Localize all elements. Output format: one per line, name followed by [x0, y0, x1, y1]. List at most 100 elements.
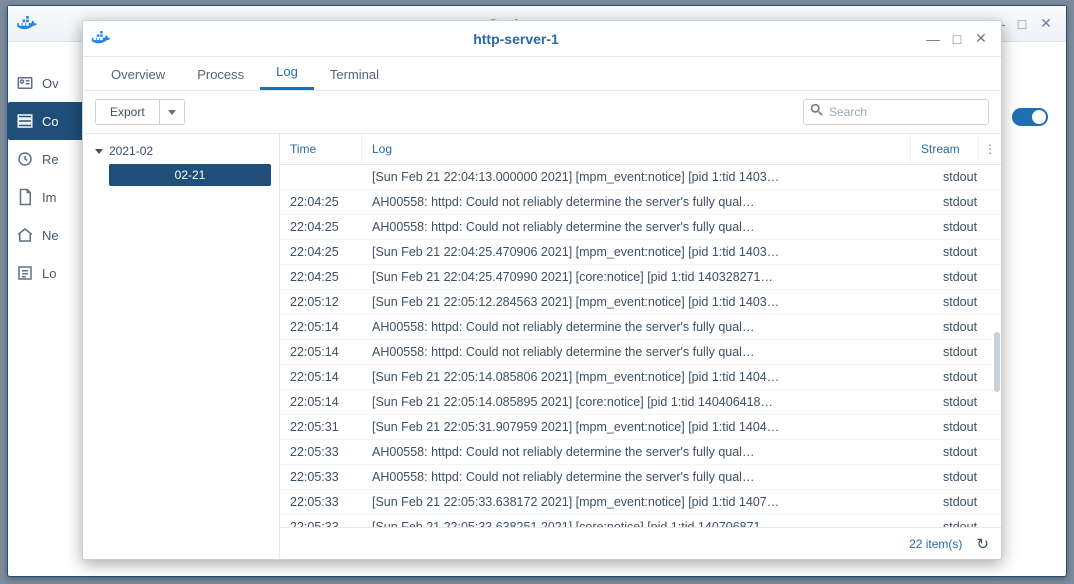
body: 2021-02 02-21 Time Log Stream ⋮ [Sun Feb…: [83, 134, 1001, 559]
table-row[interactable]: 22:05:33AH00558: httpd: Could not reliab…: [280, 465, 1001, 490]
table-row[interactable]: 22:05:33[Sun Feb 21 22:05:33.638251 2021…: [280, 515, 1001, 527]
cell-stream: stdout: [933, 470, 1001, 484]
cell-log: AH00558: httpd: Could not reliably deter…: [362, 470, 933, 484]
tree-month-label: 2021-02: [109, 144, 153, 158]
sidebar-item-registry[interactable]: Re: [8, 140, 83, 178]
table-row[interactable]: [Sun Feb 21 22:04:13.000000 2021] [mpm_e…: [280, 165, 1001, 190]
cell-stream: stdout: [933, 395, 1001, 409]
refresh-button[interactable]: ↻: [976, 535, 989, 553]
tab-terminal[interactable]: Terminal: [314, 59, 395, 90]
table-row[interactable]: 22:04:25[Sun Feb 21 22:04:25.470990 2021…: [280, 265, 1001, 290]
cell-stream: stdout: [933, 220, 1001, 234]
cell-time: 22:04:25: [280, 270, 362, 284]
cell-stream: stdout: [933, 520, 1001, 527]
col-log[interactable]: Log: [362, 134, 911, 164]
cell-time: 22:05:33: [280, 520, 362, 527]
cell-log: [Sun Feb 21 22:05:12.284563 2021] [mpm_e…: [362, 295, 933, 309]
toolbar: Export: [83, 91, 1001, 134]
sidebar-item-log[interactable]: Lo: [8, 254, 83, 292]
table-row[interactable]: 22:05:14[Sun Feb 21 22:05:14.085895 2021…: [280, 390, 1001, 415]
table-row[interactable]: 22:05:12[Sun Feb 21 22:05:12.284563 2021…: [280, 290, 1001, 315]
search-icon: [810, 103, 823, 121]
status-bar: 22 item(s) ↻: [280, 527, 1001, 559]
table-header: Time Log Stream ⋮: [280, 134, 1001, 165]
cell-time: 22:05:14: [280, 345, 362, 359]
inner-minimize-button[interactable]: —: [921, 27, 945, 51]
log-table: Time Log Stream ⋮ [Sun Feb 21 22:04:13.0…: [280, 134, 1001, 559]
table-row[interactable]: 22:05:31[Sun Feb 21 22:05:31.907959 2021…: [280, 415, 1001, 440]
cell-time: 22:05:14: [280, 395, 362, 409]
table-row[interactable]: 22:04:25AH00558: httpd: Could not reliab…: [280, 215, 1001, 240]
table-row[interactable]: 22:05:33[Sun Feb 21 22:05:33.638172 2021…: [280, 490, 1001, 515]
cell-stream: stdout: [933, 345, 1001, 359]
item-count: 22 item(s): [909, 537, 962, 551]
inner-title: http-server-1: [111, 31, 921, 47]
cell-time: 22:05:12: [280, 295, 362, 309]
tabs: OverviewProcessLogTerminal: [83, 57, 1001, 91]
search-box[interactable]: [803, 99, 989, 125]
table-row[interactable]: 22:05:14[Sun Feb 21 22:05:14.085806 2021…: [280, 365, 1001, 390]
export-button[interactable]: Export: [96, 100, 159, 124]
sidebar-item-container[interactable]: Co: [8, 102, 83, 140]
cell-stream: stdout: [933, 370, 1001, 384]
sidebar-item-label: Co: [42, 114, 59, 129]
docker-icon: [91, 31, 111, 46]
inner-close-button[interactable]: ✕: [969, 27, 993, 51]
cell-time: 22:04:25: [280, 245, 362, 259]
scrollbar[interactable]: [994, 332, 1000, 392]
date-tree: 2021-02 02-21: [83, 134, 280, 559]
column-options-button[interactable]: ⋮: [979, 134, 1001, 164]
table-row[interactable]: 22:04:25AH00558: httpd: Could not reliab…: [280, 190, 1001, 215]
sidebar-item-overview[interactable]: Ov: [8, 64, 83, 102]
chevron-down-icon: [95, 149, 103, 154]
outer-close-button[interactable]: ✕: [1034, 12, 1058, 36]
tree-day-node-active[interactable]: 02-21: [109, 164, 271, 186]
tree-month-node[interactable]: 2021-02: [91, 140, 271, 162]
cell-log: AH00558: httpd: Could not reliably deter…: [362, 345, 933, 359]
search-input[interactable]: [827, 104, 982, 120]
tab-log[interactable]: Log: [260, 56, 314, 90]
outer-maximize-button[interactable]: □: [1010, 12, 1034, 36]
cell-log: AH00558: httpd: Could not reliably deter…: [362, 220, 933, 234]
cell-log: [Sun Feb 21 22:05:14.085806 2021] [mpm_e…: [362, 370, 933, 384]
col-stream[interactable]: Stream: [911, 134, 979, 164]
sidebar-item-image[interactable]: Im: [8, 178, 83, 216]
cell-stream: stdout: [933, 320, 1001, 334]
inner-titlebar: http-server-1 — □ ✕: [83, 21, 1001, 57]
sidebar-item-label: Re: [42, 152, 59, 167]
tab-process[interactable]: Process: [181, 59, 260, 90]
cell-time: 22:04:25: [280, 220, 362, 234]
cell-stream: stdout: [933, 195, 1001, 209]
cell-time: 22:05:33: [280, 495, 362, 509]
cell-stream: stdout: [933, 495, 1001, 509]
table-body[interactable]: [Sun Feb 21 22:04:13.000000 2021] [mpm_e…: [280, 165, 1001, 527]
cell-log: [Sun Feb 21 22:04:25.470906 2021] [mpm_e…: [362, 245, 933, 259]
table-row[interactable]: 22:05:14AH00558: httpd: Could not reliab…: [280, 340, 1001, 365]
sidebar-item-label: Lo: [42, 266, 56, 281]
table-row[interactable]: 22:04:25[Sun Feb 21 22:04:25.470906 2021…: [280, 240, 1001, 265]
cell-stream: stdout: [933, 295, 1001, 309]
table-row[interactable]: 22:05:14AH00558: httpd: Could not reliab…: [280, 315, 1001, 340]
sidebar-item-label: Ne: [42, 228, 59, 243]
cell-log: [Sun Feb 21 22:05:31.907959 2021] [mpm_e…: [362, 420, 933, 434]
cell-log: [Sun Feb 21 22:04:13.000000 2021] [mpm_e…: [362, 170, 933, 184]
chevron-down-icon: [168, 110, 176, 115]
cell-stream: stdout: [933, 245, 1001, 259]
export-dropdown-button[interactable]: [159, 100, 184, 124]
cell-log: AH00558: httpd: Could not reliably deter…: [362, 445, 933, 459]
sidebar-item-network[interactable]: Ne: [8, 216, 83, 254]
cell-log: [Sun Feb 21 22:05:33.638172 2021] [mpm_e…: [362, 495, 933, 509]
col-time[interactable]: Time: [280, 134, 362, 164]
cell-time: 22:04:25: [280, 195, 362, 209]
inner-maximize-button[interactable]: □: [945, 27, 969, 51]
export-button-group: Export: [95, 99, 185, 125]
tab-overview[interactable]: Overview: [95, 59, 181, 90]
cell-stream: stdout: [933, 270, 1001, 284]
cell-stream: stdout: [933, 420, 1001, 434]
table-row[interactable]: 22:05:33AH00558: httpd: Could not reliab…: [280, 440, 1001, 465]
container-running-toggle[interactable]: [1012, 108, 1048, 126]
cell-time: 22:05:31: [280, 420, 362, 434]
outer-sidebar: Ov Co Re Im Ne Lo: [8, 54, 83, 564]
cell-stream: stdout: [933, 445, 1001, 459]
container-detail-window: http-server-1 — □ ✕ OverviewProcessLogTe…: [82, 20, 1002, 560]
